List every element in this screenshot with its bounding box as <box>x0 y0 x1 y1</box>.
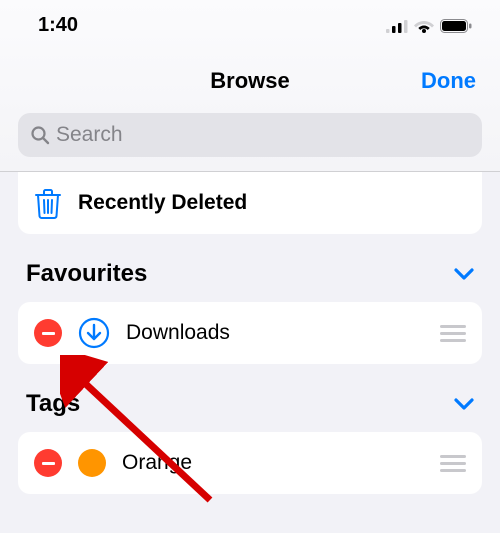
favourite-item-downloads[interactable]: Downloads <box>34 302 466 364</box>
search-field[interactable] <box>18 113 482 157</box>
favourites-title: Favourites <box>26 260 147 288</box>
wifi-icon <box>414 19 434 33</box>
drag-handle-icon[interactable] <box>440 455 466 472</box>
status-time: 1:40 <box>38 14 78 37</box>
status-icons <box>386 19 472 33</box>
page-title: Browse <box>210 68 289 94</box>
tag-item-label: Orange <box>122 451 424 475</box>
trash-icon <box>34 187 62 219</box>
downloads-icon <box>78 317 110 349</box>
cellular-icon <box>386 19 408 33</box>
recently-deleted-row[interactable]: Recently Deleted <box>34 172 466 234</box>
remove-favourite-button[interactable] <box>34 319 62 347</box>
search-icon <box>30 125 50 145</box>
tags-header[interactable]: Tags <box>18 390 482 418</box>
favourite-item-label: Downloads <box>126 321 424 345</box>
recently-deleted-label: Recently Deleted <box>78 191 466 215</box>
done-button[interactable]: Done <box>421 68 476 94</box>
remove-tag-button[interactable] <box>34 449 62 477</box>
chevron-down-icon <box>454 398 474 410</box>
chevron-down-icon <box>454 268 474 280</box>
tags-title: Tags <box>26 390 80 418</box>
favourites-header[interactable]: Favourites <box>18 260 482 288</box>
tag-item-orange[interactable]: Orange <box>34 432 466 494</box>
status-bar: 1:40 <box>0 0 500 45</box>
drag-handle-icon[interactable] <box>440 325 466 342</box>
battery-icon <box>440 19 472 33</box>
nav-bar: Browse Done <box>0 59 500 103</box>
tag-color-dot <box>78 449 106 477</box>
search-input[interactable] <box>56 123 470 147</box>
